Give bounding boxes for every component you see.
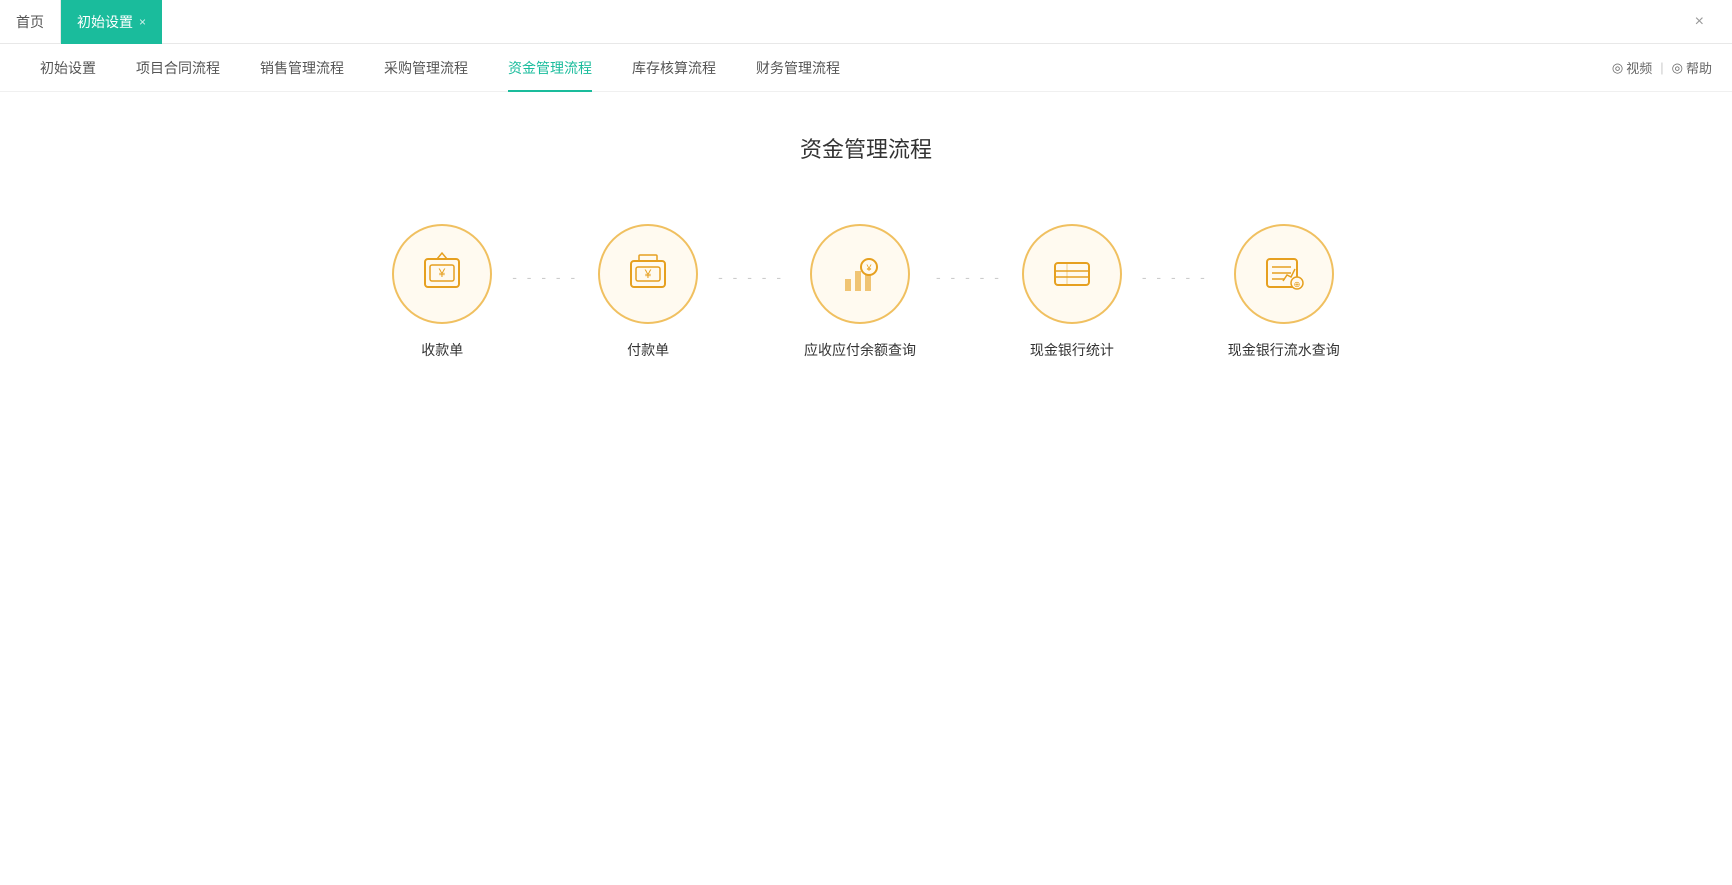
help-link[interactable]: ◎ 帮助 <box>1672 58 1712 77</box>
svg-text:⊕: ⊕ <box>1293 280 1300 289</box>
flow-container: ¥ 收款单 - - - - - ¥ 付款单 <box>392 224 1340 360</box>
nav-bar: 初始设置 项目合同流程 销售管理流程 采购管理流程 资金管理流程 库存核算流程 … <box>0 44 1732 92</box>
flow-step-yingshouyue: ¥ 应收应付余额查询 <box>804 224 916 360</box>
page-title: 资金管理流程 <box>800 132 932 164</box>
window-close-icon[interactable]: × <box>1687 13 1712 31</box>
home-tab[interactable]: 首页 <box>0 0 61 44</box>
play-icon: ◎ <box>1612 60 1623 76</box>
dots-1: - - - - - <box>512 269 578 285</box>
nav-separator: | <box>1660 60 1663 75</box>
video-link[interactable]: ◎ 视频 <box>1612 58 1652 77</box>
nav-item-xiaoshouguanli[interactable]: 销售管理流程 <box>240 44 364 92</box>
yingshouyue-icon-circle[interactable]: ¥ <box>810 224 910 324</box>
yingshouyue-icon: ¥ <box>835 249 885 299</box>
fukuan-icon: ¥ <box>623 249 673 299</box>
xianjin-icon <box>1047 249 1097 299</box>
active-tab[interactable]: 初始设置 × <box>61 0 162 44</box>
dots-3: - - - - - <box>936 269 1002 285</box>
flow-step-liushui: ⊕ 现金银行流水查询 <box>1228 224 1340 360</box>
nav-item-xiangmuhetong[interactable]: 项目合同流程 <box>116 44 240 92</box>
flow-step-xianjin: 现金银行统计 <box>1022 224 1122 360</box>
help-icon: ◎ <box>1672 60 1683 76</box>
svg-text:¥: ¥ <box>644 267 652 281</box>
nav-item-caigouguanli[interactable]: 采购管理流程 <box>364 44 488 92</box>
nav-item-kucunhesuan[interactable]: 库存核算流程 <box>612 44 736 92</box>
liushui-icon: ⊕ <box>1259 249 1309 299</box>
help-label: 帮助 <box>1686 58 1712 77</box>
fukuan-icon-circle[interactable]: ¥ <box>598 224 698 324</box>
connector-2: - - - - - <box>698 269 804 315</box>
video-label: 视频 <box>1626 58 1652 77</box>
nav-item-chushishezhi[interactable]: 初始设置 <box>20 44 116 92</box>
nav-item-caiwuguanli[interactable]: 财务管理流程 <box>736 44 860 92</box>
connector-1: - - - - - <box>492 269 598 315</box>
connector-4: - - - - - <box>1122 269 1228 315</box>
top-right: × <box>1687 0 1732 44</box>
active-tab-label: 初始设置 <box>77 0 133 44</box>
dots-4: - - - - - <box>1142 269 1208 285</box>
nav-right: ◎ 视频 | ◎ 帮助 <box>1612 58 1712 77</box>
dots-2: - - - - - <box>718 269 784 285</box>
liushui-icon-circle[interactable]: ⊕ <box>1234 224 1334 324</box>
connector-3: - - - - - <box>916 269 1022 315</box>
yingshouyue-label: 应收应付余额查询 <box>804 340 916 360</box>
xianjin-label: 现金银行统计 <box>1030 340 1114 360</box>
main-content: 资金管理流程 ¥ 收款单 - - - - - <box>0 92 1732 360</box>
liushui-label: 现金银行流水查询 <box>1228 340 1340 360</box>
svg-text:¥: ¥ <box>865 263 872 273</box>
flow-step-shoukuan: ¥ 收款单 <box>392 224 492 360</box>
fukuan-label: 付款单 <box>627 340 669 360</box>
nav-item-zijinguanli[interactable]: 资金管理流程 <box>488 44 612 92</box>
svg-text:¥: ¥ <box>438 266 446 280</box>
top-bar: 首页 初始设置 × × <box>0 0 1732 44</box>
shoukuan-icon: ¥ <box>417 249 467 299</box>
close-tab-icon[interactable]: × <box>139 0 146 44</box>
flow-step-fukuan: ¥ 付款单 <box>598 224 698 360</box>
shoukuan-icon-circle[interactable]: ¥ <box>392 224 492 324</box>
shoukuan-label: 收款单 <box>421 340 463 360</box>
xianjin-icon-circle[interactable] <box>1022 224 1122 324</box>
